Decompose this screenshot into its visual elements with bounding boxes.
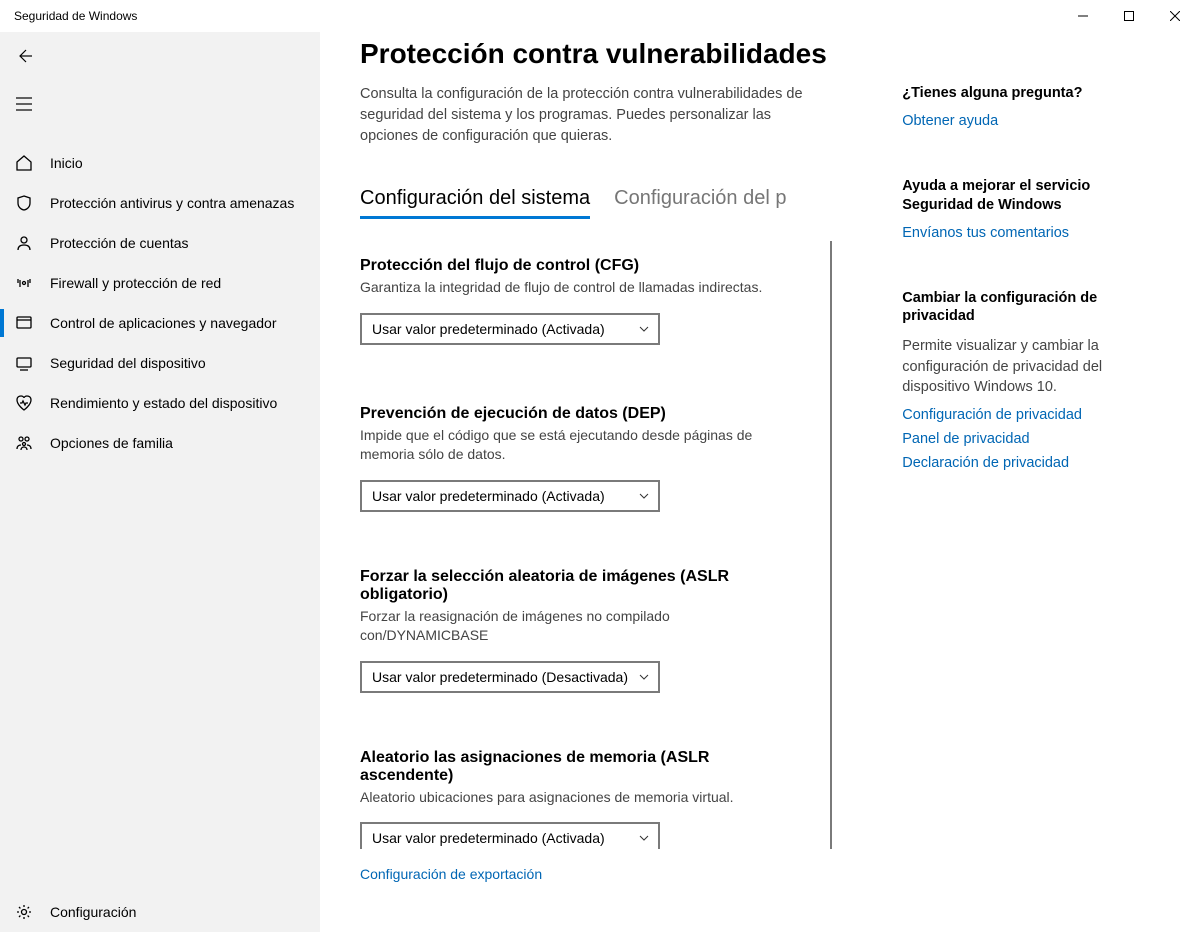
sidebar-item-label: Opciones de familia [50, 435, 173, 451]
sidebar-item-device[interactable]: Seguridad del dispositivo [0, 343, 320, 383]
back-button[interactable] [0, 32, 48, 80]
sidebar-item-firewall[interactable]: Firewall y protección de red [0, 263, 320, 303]
dropdown-value: Usar valor predeterminado (Activada) [372, 488, 605, 504]
maximize-button[interactable] [1106, 0, 1152, 32]
chevron-down-icon [638, 490, 650, 502]
minimize-button[interactable] [1060, 0, 1106, 32]
hamburger-button[interactable] [0, 80, 48, 128]
page-title: Protección contra vulnerabilidades [360, 38, 832, 70]
sidebar-item-home[interactable]: Inicio [0, 143, 320, 183]
dropdown-value: Usar valor predeterminado (Desactivada) [372, 669, 628, 685]
dropdown-aslr-bottomup[interactable]: Usar valor predeterminado (Activada) [360, 822, 660, 849]
sidebar-item-account[interactable]: Protección de cuentas [0, 223, 320, 263]
aside-privacy-desc: Permite visualizar y cambiar la configur… [902, 336, 1158, 397]
tabs: Configuración del sistema Configuración … [360, 187, 832, 219]
privacy-settings-link[interactable]: Configuración de privacidad [902, 407, 1158, 423]
sidebar-item-label: Inicio [50, 155, 83, 171]
gear-icon [14, 902, 34, 922]
sidebar-item-label: Protección de cuentas [50, 235, 189, 251]
chevron-down-icon [638, 832, 650, 844]
appcontrol-icon [14, 313, 34, 333]
setting-desc: Forzar la reasignación de imágenes no co… [360, 607, 800, 645]
setting-aslr-force: Forzar la selección aleatoria de imágene… [360, 568, 800, 693]
sidebar-item-label: Configuración [50, 904, 136, 920]
send-feedback-link[interactable]: Envíanos tus comentarios [902, 225, 1158, 241]
sidebar-item-family[interactable]: Opciones de familia [0, 423, 320, 463]
chevron-down-icon [638, 323, 650, 335]
sidebar-item-label: Rendimiento y estado del dispositivo [50, 395, 277, 411]
aside-question-title: ¿Tienes alguna pregunta? [902, 84, 1158, 103]
sidebar-item-label: Firewall y protección de red [50, 275, 221, 291]
sidebar-item-label: Protección antivirus y contra amenazas [50, 195, 294, 211]
sidebar-item-label: Control de aplicaciones y navegador [50, 315, 276, 331]
setting-desc: Aleatorio ubicaciones para asignaciones … [360, 788, 800, 807]
aside-panel: ¿Tienes alguna pregunta? Obtener ayuda A… [902, 32, 1158, 932]
setting-aslr-bottomup: Aleatorio las asignaciones de memoria (A… [360, 749, 800, 850]
setting-title: Aleatorio las asignaciones de memoria (A… [360, 749, 800, 785]
privacy-statement-link[interactable]: Declaración de privacidad [902, 455, 1158, 471]
window-title: Seguridad de Windows [14, 9, 137, 23]
sidebar: Inicio Protección antivirus y contra ame… [0, 32, 320, 932]
export-settings-link[interactable]: Configuración de exportación [360, 858, 542, 882]
dropdown-dep[interactable]: Usar valor predeterminado (Activada) [360, 480, 660, 512]
setting-title: Prevención de ejecución de datos (DEP) [360, 405, 800, 423]
close-button[interactable] [1152, 0, 1198, 32]
family-icon [14, 433, 34, 453]
sidebar-item-health[interactable]: Rendimiento y estado del dispositivo [0, 383, 320, 423]
health-icon [14, 393, 34, 413]
aside-feedback-title: Ayuda a mejorar el servicio Seguridad de… [902, 177, 1158, 215]
page-description: Consulta la configuración de la protecci… [360, 84, 832, 147]
chevron-down-icon [638, 671, 650, 683]
get-help-link[interactable]: Obtener ayuda [902, 113, 1158, 129]
dropdown-value: Usar valor predeterminado (Activada) [372, 321, 605, 337]
sidebar-item-appcontrol[interactable]: Control de aplicaciones y navegador [0, 303, 320, 343]
home-icon [14, 153, 34, 173]
setting-desc: Impide que el código que se está ejecuta… [360, 426, 800, 464]
dropdown-cfg[interactable]: Usar valor predeterminado (Activada) [360, 313, 660, 345]
privacy-dashboard-link[interactable]: Panel de privacidad [902, 431, 1158, 447]
device-icon [14, 353, 34, 373]
account-icon [14, 233, 34, 253]
sidebar-item-settings[interactable]: Configuración [0, 892, 320, 932]
sidebar-item-label: Seguridad del dispositivo [50, 355, 206, 371]
setting-desc: Garantiza la integridad de flujo de cont… [360, 278, 800, 297]
dropdown-value: Usar valor predeterminado (Activada) [372, 830, 605, 846]
firewall-icon [14, 273, 34, 293]
aside-privacy-title: Cambiar la configuración de privacidad [902, 289, 1158, 327]
sidebar-item-virus[interactable]: Protección antivirus y contra amenazas [0, 183, 320, 223]
dropdown-aslr-force[interactable]: Usar valor predeterminado (Desactivada) [360, 661, 660, 693]
setting-title: Forzar la selección aleatoria de imágene… [360, 568, 800, 604]
shield-icon [14, 193, 34, 213]
tab-program-settings[interactable]: Configuración del p [614, 187, 786, 219]
tab-system-settings[interactable]: Configuración del sistema [360, 187, 590, 219]
setting-cfg: Protección del flujo de control (CFG) Ga… [360, 257, 800, 345]
setting-dep: Prevención de ejecución de datos (DEP) I… [360, 405, 800, 512]
setting-title: Protección del flujo de control (CFG) [360, 257, 800, 275]
settings-scroll[interactable]: Protección del flujo de control (CFG) Ga… [360, 241, 832, 849]
